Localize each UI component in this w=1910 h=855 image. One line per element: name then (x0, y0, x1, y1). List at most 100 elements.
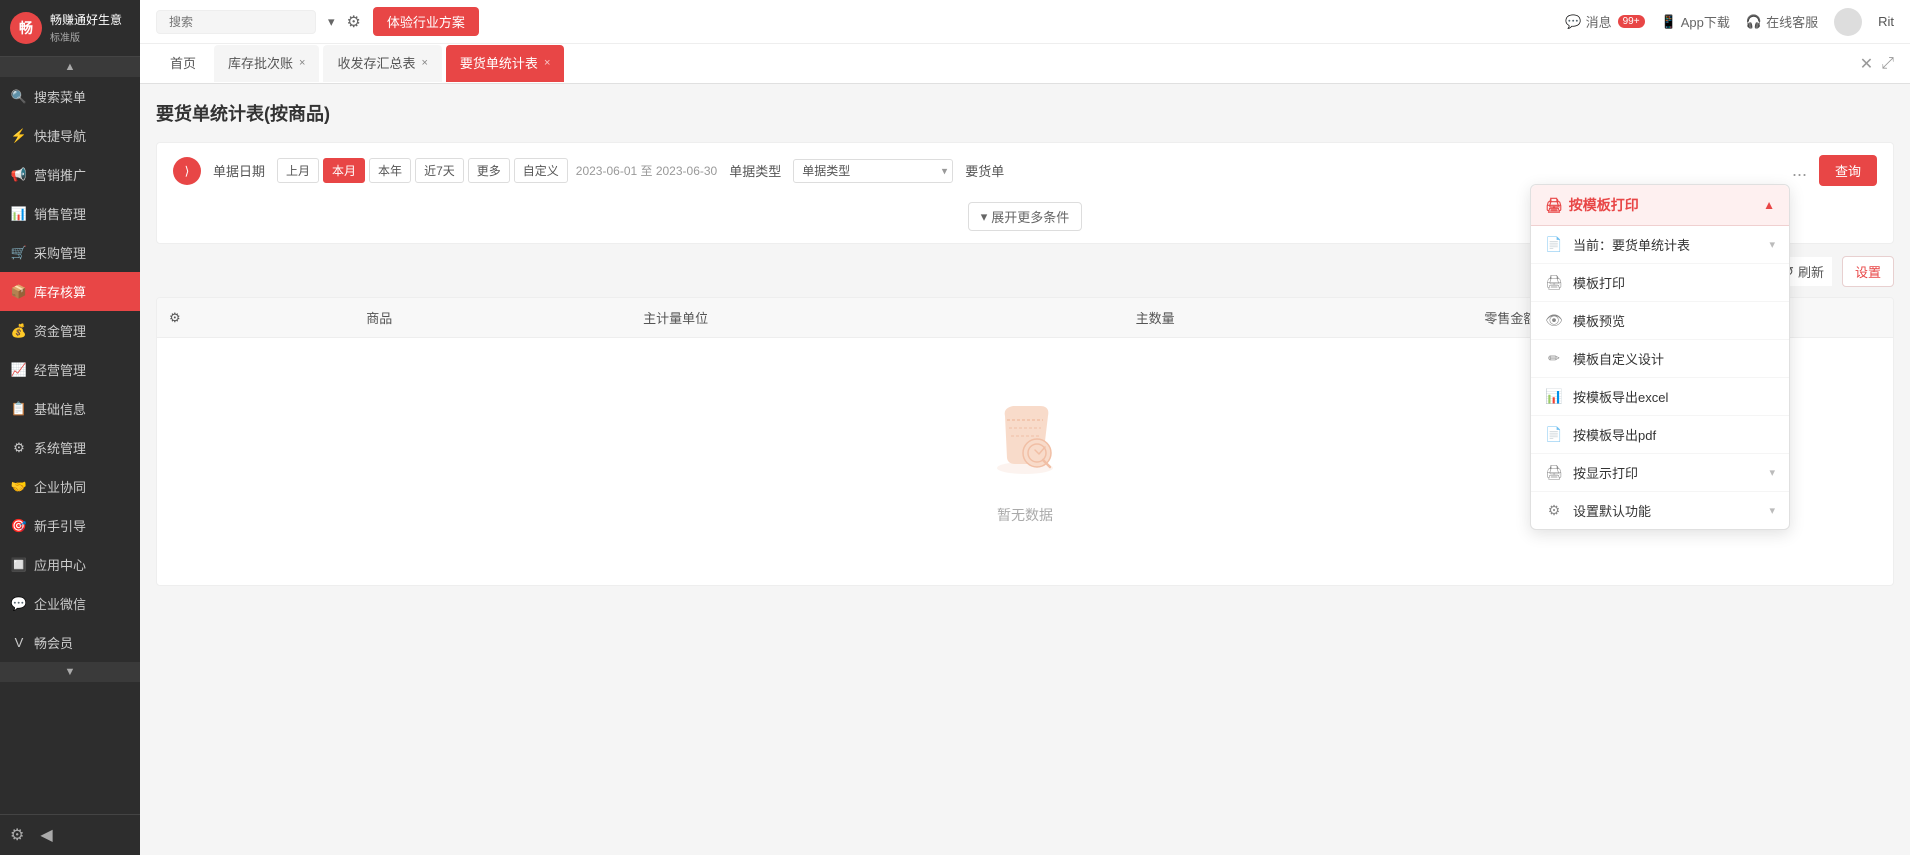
tab-order-stats[interactable]: 要货单统计表 × (446, 45, 564, 82)
expand-conditions-btn[interactable]: ▾ 展开更多条件 (968, 202, 1083, 231)
inventory-icon: 📦 (10, 283, 28, 301)
sidebar-item-system[interactable]: ⚙ 系统管理 (0, 428, 140, 467)
user-avatar[interactable] (1834, 8, 1862, 36)
tab-close-receipt[interactable]: × (421, 57, 427, 69)
dropdown-collapse-icon[interactable]: ▲ (1763, 198, 1775, 212)
dropdown-template-pdf[interactable]: 📄 按模板导出pdf (1531, 416, 1789, 454)
topbar-right: 💬 消息 99+ 📱 App下载 🎧 在线客服 Rit (1565, 8, 1894, 36)
collab-icon: 🤝 (10, 478, 28, 496)
sidebar-item-operation[interactable]: 📈 经营管理 (0, 350, 140, 389)
logo-text: 畅赚通好生意 标准版 (50, 12, 122, 44)
sidebar-scroll-up[interactable]: ▲ (0, 57, 140, 77)
window-expand-btn[interactable]: ⤢ (1881, 55, 1894, 73)
type-select[interactable]: 单据类型 (793, 159, 953, 183)
sidebar-settings-icon[interactable]: ⚙ (10, 825, 24, 845)
topbar-settings-icon[interactable]: ⚙ (347, 12, 361, 32)
more-options-btn[interactable]: ... (1788, 156, 1811, 185)
online-service-item[interactable]: 🎧 在线客服 (1746, 12, 1818, 31)
main-content: ▾ ⚙ 体验行业方案 💬 消息 99+ 📱 App下载 🎧 在线客服 Rit 首… (140, 0, 1910, 855)
dropdown-template-print[interactable]: 🖨 模板打印 (1531, 264, 1789, 302)
dropdown-template-design[interactable]: ✏ 模板自定义设计 (1531, 340, 1789, 378)
sidebar-item-sales[interactable]: 📊 销售管理 (0, 194, 140, 233)
dropdown-controls: ▲ (1763, 198, 1775, 212)
page-title: 要货单统计表(按商品) (156, 100, 1894, 126)
date-btn-more[interactable]: 更多 (468, 158, 510, 183)
dropdown-template-excel[interactable]: 📊 按模板导出excel (1531, 378, 1789, 416)
dropdown-template-preview[interactable]: 👁 模板预览 (1531, 302, 1789, 340)
sidebar-item-appstore[interactable]: 🔲 应用中心 (0, 545, 140, 584)
display-print-arrow: ▾ (1769, 466, 1775, 479)
basic-icon: 📋 (10, 400, 28, 418)
expand-down-icon: ▾ (981, 209, 988, 225)
service-icon: 🎧 (1746, 14, 1762, 30)
sidebar-item-quick-nav[interactable]: ⚡ 快捷导航 (0, 116, 140, 155)
sidebar-item-collab[interactable]: 🤝 企业协同 (0, 467, 140, 506)
marketing-icon: 📢 (10, 166, 28, 184)
settings-button[interactable]: 设置 (1842, 256, 1894, 287)
template-design-icon: ✏ (1545, 350, 1563, 367)
sidebar-item-inventory[interactable]: 📦 库存核算 (0, 272, 140, 311)
username-label: Rit (1878, 14, 1894, 29)
col-product: 商品 (354, 298, 631, 338)
logo-icon: 畅 (10, 12, 42, 44)
sidebar-item-basic[interactable]: 📋 基础信息 (0, 389, 140, 428)
member-icon: V (10, 634, 28, 652)
finance-icon: 💰 (10, 322, 28, 340)
dropdown-current-template[interactable]: 📄 当前：要货单统计表 ▾ (1531, 226, 1789, 264)
display-print-icon: 🖨 (1545, 464, 1563, 481)
app-download-item[interactable]: 📱 App下载 (1661, 12, 1730, 31)
tab-close-order[interactable]: × (544, 57, 550, 69)
dropdown-title-area: 🖨 按模板打印 (1545, 195, 1639, 215)
trial-button[interactable]: 体验行业方案 (373, 7, 479, 36)
date-btn-this-year[interactable]: 本年 (369, 158, 411, 183)
sidebar-item-search[interactable]: 🔍 搜索菜单 (0, 77, 140, 116)
sidebar-item-purchase[interactable]: 🛒 采购管理 (0, 233, 140, 272)
guide-icon: 🎯 (10, 517, 28, 535)
date-btn-last-month[interactable]: 上月 (277, 158, 319, 183)
topbar: ▾ ⚙ 体验行业方案 💬 消息 99+ 📱 App下载 🎧 在线客服 Rit (140, 0, 1910, 44)
tab-batch-account[interactable]: 库存批次账 × (214, 45, 319, 82)
date-btn-this-month[interactable]: 本月 (323, 158, 365, 183)
tab-receipt-summary[interactable]: 收发存汇总表 × (323, 45, 441, 82)
empty-icon (985, 398, 1065, 493)
dropdown-default-settings[interactable]: ⚙ 设置默认功能 ▾ (1531, 492, 1789, 529)
tab-close-batch[interactable]: × (299, 57, 305, 69)
sidebar-item-member[interactable]: V 畅会员 (0, 623, 140, 662)
sidebar-item-finance[interactable]: 💰 资金管理 (0, 311, 140, 350)
col-unit: 主计量单位 (631, 298, 1124, 338)
sidebar-logo: 畅 畅赚通好生意 标准版 (0, 0, 140, 57)
template-pdf-label: 按模板导出pdf (1573, 425, 1656, 444)
topbar-dropdown-icon[interactable]: ▾ (328, 14, 335, 30)
dropdown-header: 🖨 按模板打印 ▲ (1531, 185, 1789, 226)
date-range-display: 2023-06-01 至 2023-06-30 (576, 162, 717, 179)
col-settings[interactable]: ⚙ (157, 298, 354, 338)
window-close-btn[interactable]: ✕ (1860, 54, 1873, 74)
current-template-label: 当前：要货单统计表 (1573, 235, 1690, 254)
template-pdf-icon: 📄 (1545, 426, 1563, 443)
sidebar-bottom: ⚙ ◀ (0, 814, 140, 855)
display-print-label: 按显示打印 (1573, 463, 1638, 482)
sidebar-item-marketing[interactable]: 📢 营销推广 (0, 155, 140, 194)
search-input[interactable] (156, 10, 316, 34)
appstore-icon: 🔲 (10, 556, 28, 574)
template-excel-label: 按模板导出excel (1573, 387, 1668, 406)
message-icon: 💬 (1565, 14, 1581, 30)
template-design-label: 模板自定义设计 (1573, 349, 1664, 368)
sidebar-item-guide[interactable]: 🎯 新手引导 (0, 506, 140, 545)
filter-expand-icon[interactable]: ⟩ (173, 157, 201, 185)
date-btn-custom[interactable]: 自定义 (514, 158, 568, 183)
sidebar-scroll-down[interactable]: ▼ (0, 662, 140, 682)
tab-home[interactable]: 首页 (156, 45, 210, 82)
default-settings-icon: ⚙ (1545, 502, 1563, 519)
messages-item[interactable]: 💬 消息 99+ (1565, 12, 1644, 31)
dropdown-display-print[interactable]: 🖨 按显示打印 ▾ (1531, 454, 1789, 492)
date-btn-7days[interactable]: 近7天 (415, 158, 464, 183)
print-dropdown-menu: 🖨 按模板打印 ▲ 📄 当前：要货单统计表 ▾ 🖨 模板打印 👁 (1530, 184, 1790, 530)
query-button[interactable]: 查询 (1819, 155, 1877, 186)
sidebar-mute-icon[interactable]: ◀ (40, 825, 52, 845)
col-quantity: 主数量 (1124, 298, 1473, 338)
phone-icon: 📱 (1661, 14, 1677, 30)
sidebar-item-wechat[interactable]: 💬 企业微信 (0, 584, 140, 623)
quick-nav-icon: ⚡ (10, 127, 28, 145)
default-settings-label: 设置默认功能 (1573, 501, 1651, 520)
